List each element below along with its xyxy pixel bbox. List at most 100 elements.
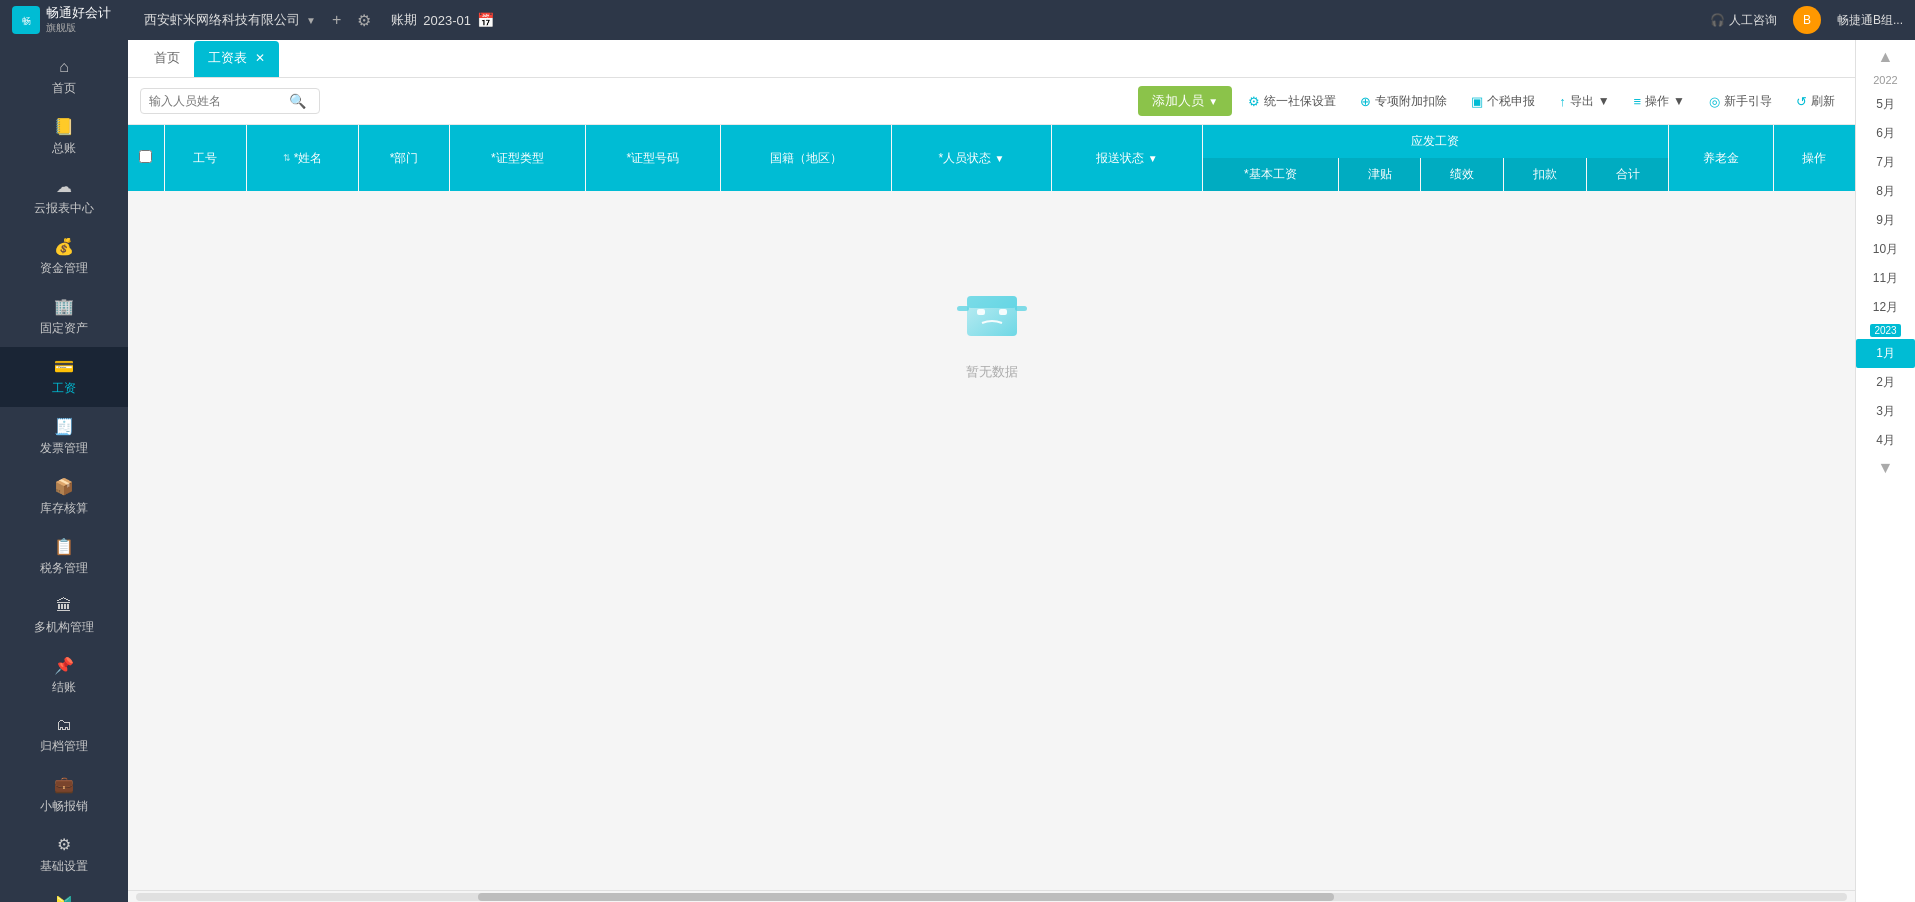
month-2022-09[interactable]: 9月 [1856, 206, 1915, 235]
scroll-thumb [478, 893, 1334, 901]
month-2022-12[interactable]: 12月 [1856, 293, 1915, 322]
date-down-arrow[interactable]: ▼ [1874, 455, 1898, 481]
salary-table: 工号 ⇅ *姓名 *部门 *证型类型 *证型号码 国籍（地区） *人员状态 [128, 125, 1855, 461]
sidebar-label-salary: 工资 [52, 380, 76, 397]
th-nationality: 国籍（地区） [721, 125, 892, 191]
special-deduct-label: 专项附加扣除 [1375, 93, 1447, 110]
month-2022-05[interactable]: 5月 [1856, 90, 1915, 119]
sidebar-item-archive[interactable]: 🗂 归档管理 [0, 706, 128, 765]
sidebar-item-ledger[interactable]: 📒 总账 [0, 107, 128, 167]
empty-icon [952, 271, 1032, 351]
add-person-button[interactable]: 添加人员 ▼ [1138, 86, 1232, 116]
fixed-assets-icon: 🏢 [54, 297, 74, 316]
user-avatar: B [1793, 6, 1821, 34]
svg-rect-7 [1015, 306, 1027, 311]
guide-icon: 🔰 [54, 895, 74, 902]
month-2023-01[interactable]: 1月 [1856, 339, 1915, 368]
empty-text: 暂无数据 [966, 363, 1018, 381]
sidebar-label-cloud-report: 云报表中心 [34, 200, 94, 217]
toolbar: 🔍 添加人员 ▼ ⚙ 统一社保设置 ⊕ 专项附加扣除 ▣ 个税申报 ↑ 导出 [128, 78, 1855, 125]
sidebar-item-close[interactable]: 📌 结账 [0, 646, 128, 706]
search-wrap: 🔍 [140, 88, 320, 114]
month-2022-10[interactable]: 10月 [1856, 235, 1915, 264]
main-layout: ⌂ 首页 📒 总账 ☁ 云报表中心 💰 资金管理 🏢 固定资产 💳 工资 🧾 发… [0, 40, 1915, 902]
svg-rect-6 [957, 306, 969, 311]
th-id-type: *证型类型 [450, 125, 585, 191]
svg-rect-3 [967, 296, 1017, 308]
report-filter-icon[interactable]: ▼ [1148, 153, 1158, 164]
sidebar-item-fixed-assets[interactable]: 🏢 固定资产 [0, 287, 128, 347]
sidebar-item-fund[interactable]: 💰 资金管理 [0, 227, 128, 287]
sidebar-item-salary[interactable]: 💳 工资 [0, 347, 128, 407]
sidebar-label-home: 首页 [52, 80, 76, 97]
calendar-icon[interactable]: 📅 [477, 12, 494, 28]
search-input[interactable] [149, 94, 289, 108]
user-name: 畅捷通B组... [1837, 12, 1903, 29]
search-icon: 🔍 [289, 93, 306, 109]
social-security-label: 统一社保设置 [1264, 93, 1336, 110]
year-2022-label: 2022 [1873, 70, 1897, 90]
bottom-scrollbar[interactable] [128, 890, 1855, 902]
tab-bar: 首页 工资表 ✕ [128, 40, 1855, 78]
sidebar-item-cloud-report[interactable]: ☁ 云报表中心 [0, 167, 128, 227]
tab-home[interactable]: 首页 [140, 41, 194, 77]
svg-rect-5 [999, 309, 1007, 315]
period-info: 账期 2023-01 📅 [391, 11, 494, 29]
export-icon: ↑ [1559, 94, 1566, 109]
settings-icon-button[interactable]: ⚙ [353, 9, 375, 32]
month-2023-02[interactable]: 2月 [1856, 368, 1915, 397]
company-selector[interactable]: 西安虾米网络科技有限公司 ▼ [144, 11, 316, 29]
sidebar-item-settings[interactable]: ⚙ 基础设置 [0, 825, 128, 885]
svg-rect-4 [977, 309, 985, 315]
sidebar-item-expense[interactable]: 💼 小畅报销 [0, 765, 128, 825]
date-up-arrow[interactable]: ▲ [1874, 44, 1898, 70]
multi-org-icon: 🏛 [56, 597, 72, 615]
th-allowance: 津贴 [1338, 158, 1421, 191]
sidebar-item-home[interactable]: ⌂ 首页 [0, 48, 128, 107]
guide-button[interactable]: ◎ 新手引导 [1701, 89, 1780, 114]
service-button[interactable]: 🎧 人工咨询 [1710, 12, 1777, 29]
service-label: 人工咨询 [1729, 12, 1777, 29]
month-2023-03[interactable]: 3月 [1856, 397, 1915, 426]
social-security-button[interactable]: ⚙ 统一社保设置 [1240, 89, 1344, 114]
status-filter-icon[interactable]: ▼ [995, 153, 1005, 164]
export-button[interactable]: ↑ 导出 ▼ [1551, 89, 1617, 114]
tab-close-icon[interactable]: ✕ [255, 51, 265, 65]
invoice-icon: 🧾 [54, 417, 74, 436]
empty-state-cell: 暂无数据 [128, 191, 1855, 461]
sidebar-label-fixed-assets: 固定资产 [40, 320, 88, 337]
sidebar-label-expense: 小畅报销 [40, 798, 88, 815]
month-2022-06[interactable]: 6月 [1856, 119, 1915, 148]
sidebar-label-inventory: 库存核算 [40, 500, 88, 517]
app-edition: 旗舰版 [46, 21, 111, 35]
month-2023-04[interactable]: 4月 [1856, 426, 1915, 455]
scroll-track [136, 893, 1847, 901]
sidebar-item-guide[interactable]: 🔰 新手引导 [0, 885, 128, 902]
operate-chevron-icon: ▼ [1673, 94, 1685, 108]
month-2022-08[interactable]: 8月 [1856, 177, 1915, 206]
sidebar-item-inventory[interactable]: 📦 库存核算 [0, 467, 128, 527]
company-chevron-icon: ▼ [306, 15, 316, 26]
sidebar-item-multi-org[interactable]: 🏛 多机构管理 [0, 587, 128, 646]
add-company-button[interactable]: + [328, 9, 345, 31]
sidebar-label-archive: 归档管理 [40, 738, 88, 755]
tax-report-button[interactable]: ▣ 个税申报 [1463, 89, 1543, 114]
sidebar-item-tax[interactable]: 📋 税务管理 [0, 527, 128, 587]
add-person-chevron-icon: ▼ [1208, 96, 1218, 107]
empty-state: 暂无数据 [128, 191, 1855, 461]
special-deduct-button[interactable]: ⊕ 专项附加扣除 [1352, 89, 1455, 114]
period-label: 账期 [391, 11, 417, 29]
th-checkbox [128, 125, 164, 191]
sidebar-item-invoice[interactable]: 🧾 发票管理 [0, 407, 128, 467]
th-id-no: *证型号码 [585, 125, 720, 191]
settings-nav-icon: ⚙ [57, 835, 71, 854]
tab-salary[interactable]: 工资表 ✕ [194, 41, 279, 77]
operate-button[interactable]: ≡ 操作 ▼ [1626, 89, 1693, 114]
select-all-checkbox[interactable] [139, 150, 152, 163]
month-2022-07[interactable]: 7月 [1856, 148, 1915, 177]
th-status: *人员状态 ▼ [892, 125, 1052, 191]
tax-report-icon: ▣ [1471, 94, 1483, 109]
salary-icon: 💳 [54, 357, 74, 376]
month-2022-11[interactable]: 11月 [1856, 264, 1915, 293]
refresh-button[interactable]: ↺ 刷新 [1788, 89, 1843, 114]
